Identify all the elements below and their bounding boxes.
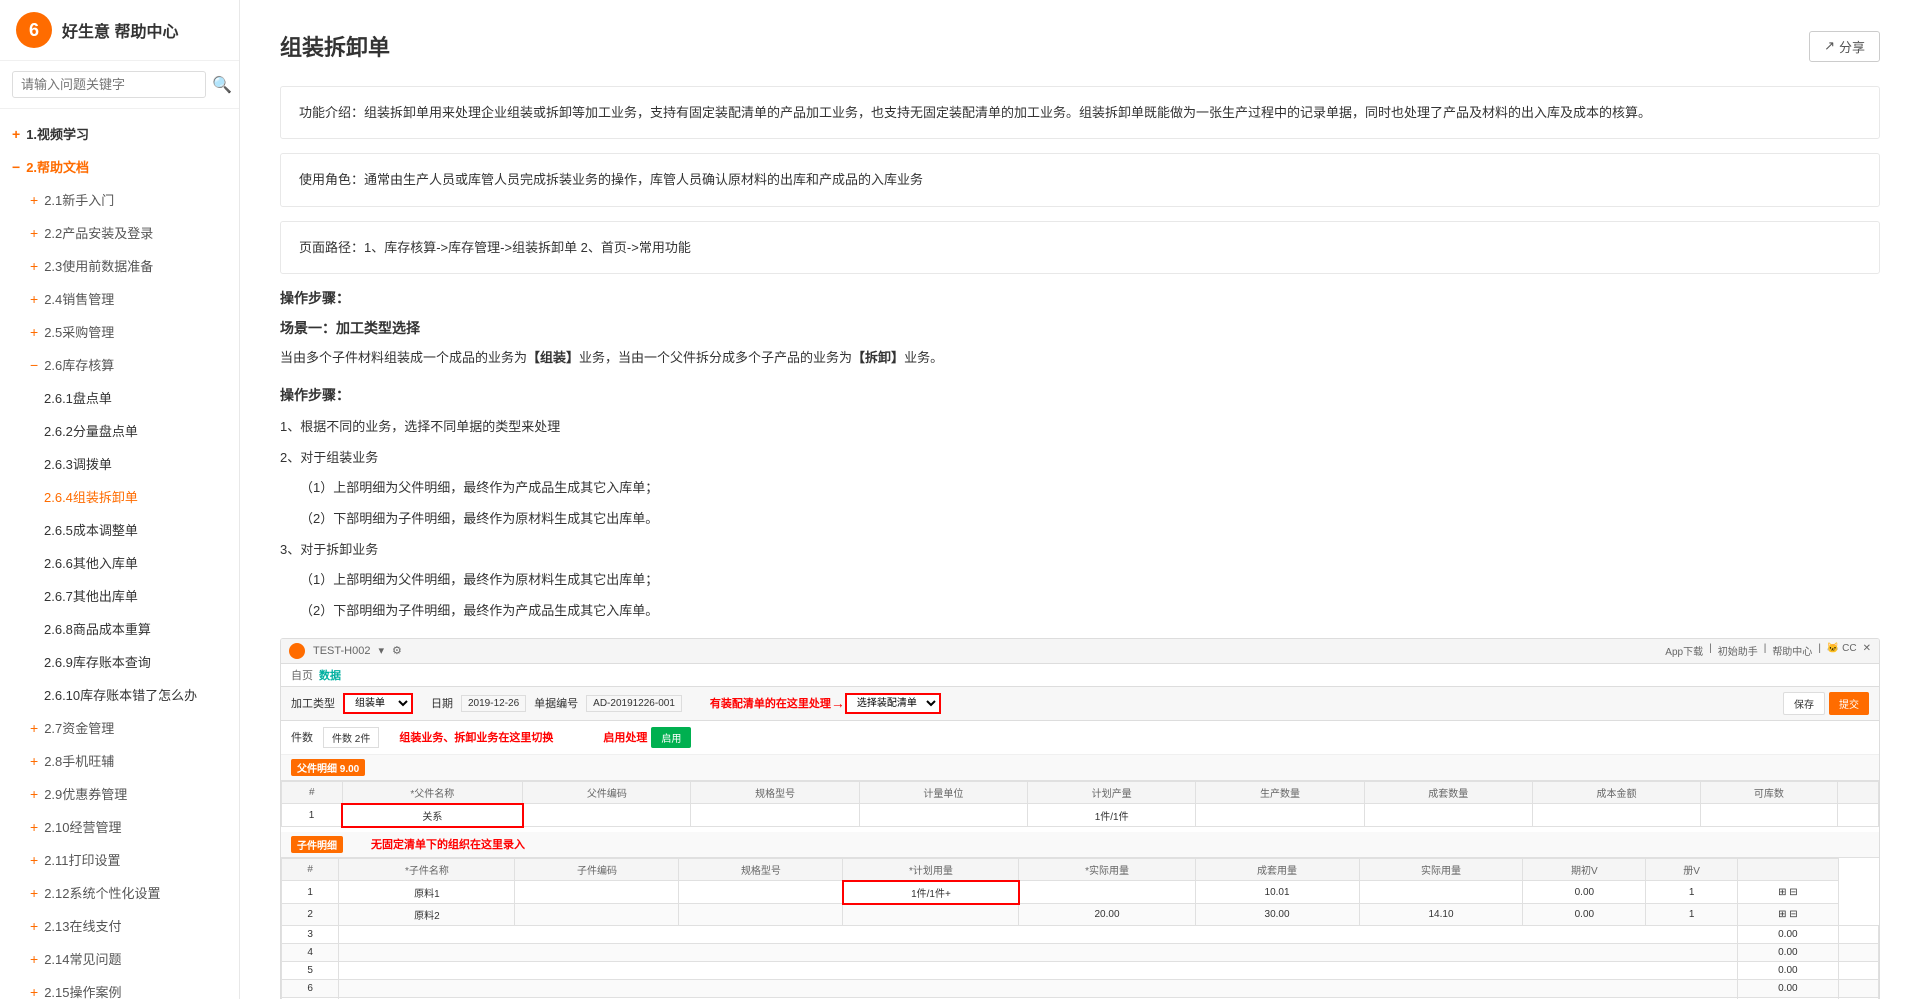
function-intro-block: 功能介绍：组装拆卸单用来处理企业组装或拆卸等加工业务，支持有固定装配清单的产品加… — [280, 86, 1880, 139]
sidebar-item-inventory[interactable]: − 2.6库存核算 — [0, 348, 239, 381]
sidebar-item-payment[interactable]: + 2.13在线支付 — [0, 909, 239, 942]
mock-type-label: 加工类型 — [291, 695, 335, 711]
sidebar-item-purchase[interactable]: + 2.5采购管理 — [0, 315, 239, 348]
sidebar-item-mobile[interactable]: + 2.8手机旺辅 — [0, 744, 239, 777]
role-intro-block: 使用角色：通常由生产人员或库管人员完成拆装业务的操作，库管人员确认原材料的出库和… — [280, 153, 1880, 206]
share-button[interactable]: ↗ 分享 — [1809, 31, 1880, 62]
mock-form-row2: 件数 件数 2件 组装业务、拆卸业务在这里切换 启用处理 启用 — [281, 721, 1879, 755]
sidebar-item-inventory-query[interactable]: 2.6.9库存账本查询 — [0, 645, 239, 678]
main-content: 组装拆卸单 ↗ 分享 功能介绍：组装拆卸单用来处理企业组装或拆卸等加工业务，支持… — [240, 0, 1920, 999]
share-icon: ↗ — [1824, 38, 1835, 54]
sidebar-item-assemble[interactable]: 2.6.4组装拆卸单 — [0, 480, 239, 513]
mock-child-table: # *子件名称 子件编码 规格型号 *计划用量 *实际用量 成套用量 实际用量 … — [281, 858, 1879, 999]
logo-title: 好生意 帮助中心 — [62, 18, 178, 42]
child-tag: 子件明细 — [291, 836, 343, 853]
screenshot-mock: TEST-H002 ▾ ⚙ App下载 | 初始助手 | 帮助中心 | 🐱 CC… — [281, 639, 1879, 999]
mock-parent-table: # *父件名称 父件编码 规格型号 计量单位 计划产量 生产数量 成套数量 成本… — [281, 781, 1879, 828]
table-row: 1 原料1 1件/1件+ 10.01 0.00 1 ⊞ ⊟ — [282, 881, 1879, 904]
annotation3: 启用处理 — [603, 729, 647, 745]
sidebar-item-sales[interactable]: + 2.4销售管理 — [0, 282, 239, 315]
mock-toolbar: 加工类型 组装单 拆卸单 日期 2019-12-26 单据编号 AD-20191… — [281, 687, 1879, 721]
search-button[interactable]: 🔍 — [212, 75, 232, 95]
table-row: 1 关系 1件/1件 — [282, 804, 1879, 827]
sidebar-item-personalize[interactable]: + 2.12系统个性化设置 — [0, 876, 239, 909]
path-intro-block: 页面路径：1、库存核算->库存管理->组装拆卸单 2、首页->常用功能 — [280, 221, 1880, 274]
sidebar-item-partial-stocktake[interactable]: 2.6.2分量盘点单 — [0, 414, 239, 447]
mock-nav-home: 自页 — [291, 667, 313, 683]
table-row: 50.00 — [282, 962, 1879, 980]
mock-save-btn[interactable]: 保存 — [1783, 692, 1825, 715]
sidebar-item-data-prep[interactable]: + 2.3使用前数据准备 — [0, 249, 239, 282]
expand-icon: + — [12, 126, 20, 142]
sidebar-item-help-docs[interactable]: − 2.帮助文档 — [0, 150, 239, 183]
table-row: 60.00 — [282, 980, 1879, 998]
mock-titlebar-text: TEST-H002 — [313, 645, 370, 657]
mock-code: AD-20191226-001 — [586, 695, 682, 712]
mock-date: 2019-12-26 — [461, 695, 526, 712]
mock-enable-btn[interactable]: 启用 — [651, 727, 691, 748]
sidebar-item-faq[interactable]: + 2.14常见问题 — [0, 942, 239, 975]
collapse-icon: − — [12, 159, 20, 175]
mock-dropdown-icon: ▾ — [378, 644, 384, 657]
logo-icon: 6 — [16, 12, 52, 48]
sidebar-item-newcomer[interactable]: + 2.1新手入门 — [0, 183, 239, 216]
sidebar-item-cases[interactable]: + 2.15操作案例 — [0, 975, 239, 999]
mock-titlebar-right: App下载 | 初始助手 | 帮助中心 | 🐱 CC ✕ — [1665, 643, 1871, 658]
sidebar-item-transfer[interactable]: 2.6.3调拨单 — [0, 447, 239, 480]
sidebar-item-video[interactable]: + 1.视频学习 — [0, 117, 239, 150]
sidebar-item-stocktake[interactable]: 2.6.1盘点单 — [0, 381, 239, 414]
mock-type-select[interactable]: 组装单 拆卸单 — [343, 693, 413, 714]
annotation2: 组装业务、拆卸业务在这里切换 — [399, 729, 553, 745]
mock-child-header: 子件明细 无固定清单下的组织在这里录入 — [281, 832, 1879, 858]
scene1-label: 场景一：加工类型选择 — [280, 318, 1880, 338]
sidebar-item-cost-adjust[interactable]: 2.6.5成本调整单 — [0, 513, 239, 546]
annotation4: 无固定清单下的组织在这里录入 — [371, 836, 525, 852]
sidebar: 6 好生意 帮助中心 🔍 + 1.视频学习 − 2.帮助文档 + 2.1新手入门… — [0, 0, 240, 999]
sidebar-item-coupon[interactable]: + 2.9优惠券管理 — [0, 777, 239, 810]
sidebar-item-other-out[interactable]: 2.6.7其他出库单 — [0, 579, 239, 612]
mock-logo-icon — [289, 643, 305, 659]
sidebar-item-finance[interactable]: + 2.7资金管理 — [0, 711, 239, 744]
mock-bom-select[interactable]: 选择装配清单 — [845, 693, 941, 714]
sidebar-item-print[interactable]: + 2.11打印设置 — [0, 843, 239, 876]
sidebar-item-management[interactable]: + 2.10经营管理 — [0, 810, 239, 843]
page-header: 组装拆卸单 ↗ 分享 — [280, 30, 1880, 62]
sidebar-item-cost-recalc[interactable]: 2.6.8商品成本重算 — [0, 612, 239, 645]
steps-content: 1、根据不同的业务，选择不同单据的类型来处理 2、对于组装业务 （1）上部明细为… — [280, 415, 1880, 624]
arrow-icon1: → — [831, 695, 845, 711]
sidebar-item-inventory-fix[interactable]: 2.6.10库存账本错了怎么办 — [0, 678, 239, 711]
nav-list: + 1.视频学习 − 2.帮助文档 + 2.1新手入门 + 2.2产品安装及登录… — [0, 109, 239, 999]
steps-label: 操作步骤： — [280, 385, 1880, 405]
scene1-desc: 当由多个子件材料组装成一个成品的业务为【组装】业务，当由一个父件拆分成多个子产品… — [280, 346, 1880, 371]
parent-tag: 父件明细 9.00 — [291, 759, 365, 776]
mock-qty: 件数 2件 — [323, 727, 379, 748]
screenshot-container: TEST-H002 ▾ ⚙ App下载 | 初始助手 | 帮助中心 | 🐱 CC… — [280, 638, 1880, 999]
mock-titlebar: TEST-H002 ▾ ⚙ App下载 | 初始助手 | 帮助中心 | 🐱 CC… — [281, 639, 1879, 664]
mock-submit-btn[interactable]: 提交 — [1829, 692, 1869, 715]
page-title: 组装拆卸单 — [280, 30, 390, 62]
operation-label: 操作步骤： — [280, 288, 1880, 308]
annotation1: 有装配清单的在这里处理 — [710, 695, 831, 711]
sidebar-item-other-in[interactable]: 2.6.6其他入库单 — [0, 546, 239, 579]
mock-parent-header: 父件明细 9.00 — [281, 755, 1879, 781]
table-row: 30.00 — [282, 926, 1879, 944]
table-row: 2 原料2 20.00 30.00 14.10 0.00 1 ⊞ ⊟ — [282, 904, 1879, 926]
table-row: 40.00 — [282, 944, 1879, 962]
sidebar-item-install[interactable]: + 2.2产品安装及登录 — [0, 216, 239, 249]
sidebar-header: 6 好生意 帮助中心 — [0, 0, 239, 61]
mock-settings-icon: ⚙ — [392, 644, 402, 657]
search-input[interactable] — [12, 71, 206, 98]
search-box: 🔍 — [0, 61, 239, 109]
